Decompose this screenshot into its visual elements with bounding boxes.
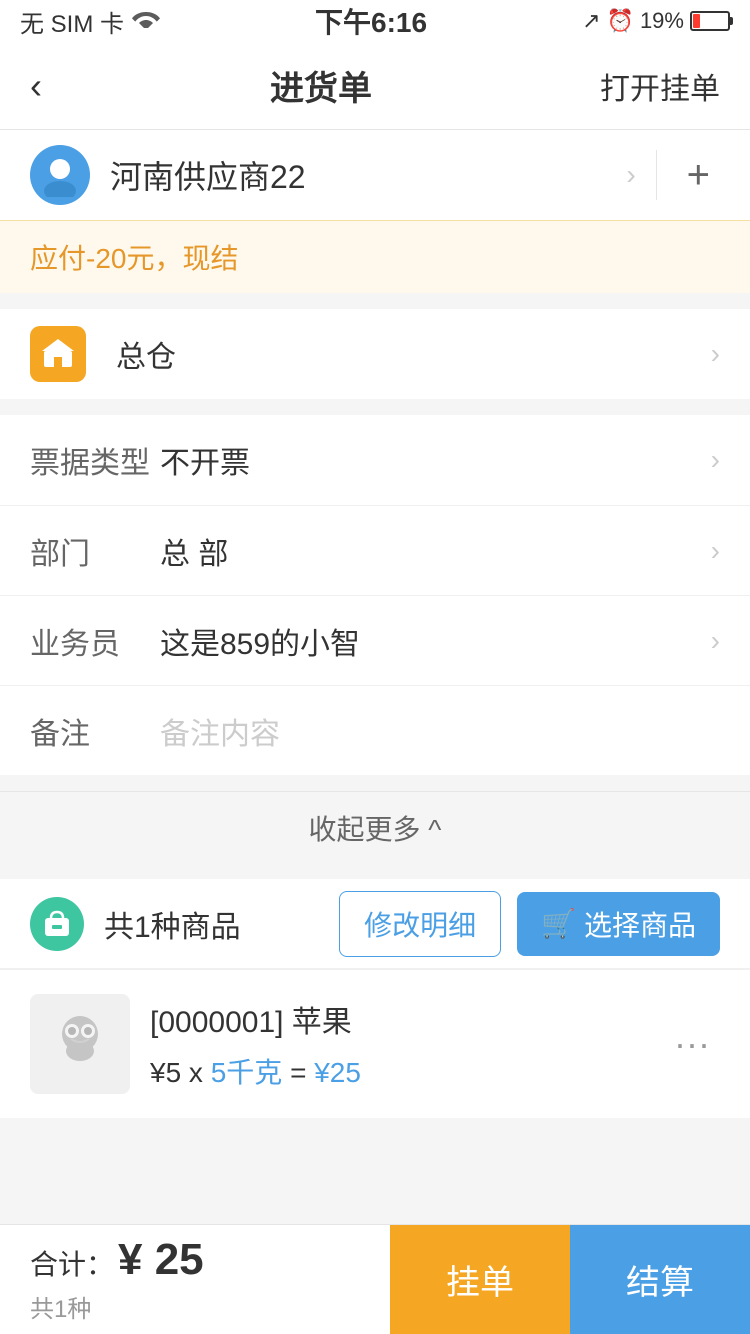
alarm-icon: ⏰ [607, 8, 634, 34]
price-eq: = [290, 1057, 314, 1088]
products-count: 共1种商品 [104, 902, 339, 946]
open-hang-button[interactable]: 打开挂单 [600, 64, 720, 108]
warehouse-icon [30, 326, 86, 382]
price-quantity: 5千克 [211, 1057, 283, 1088]
products-icon [30, 897, 84, 951]
chevron-right-icon: › [711, 535, 720, 567]
department-value: 总 部 [160, 529, 701, 573]
edit-details-button[interactable]: 修改明细 [339, 891, 501, 957]
total-amount: ¥ 25 [118, 1235, 204, 1285]
more-options-button[interactable]: ··· [664, 1013, 720, 1075]
main-content: 河南供应商22 › + 应付-20元，现结 总仓 › 票据类型 不开票 [0, 130, 750, 1254]
department-label: 部门 [30, 529, 150, 573]
signal-text: 无 SIM 卡 [20, 4, 124, 39]
select-icon: 🛒 [541, 907, 576, 940]
add-button[interactable]: + [677, 143, 720, 208]
products-header: 共1种商品 修改明细 🛒 选择商品 [0, 879, 750, 969]
price-total: ¥25 [314, 1057, 361, 1088]
chevron-right-icon: › [711, 338, 720, 370]
status-right: ↗ ⏰ 19% [582, 8, 730, 34]
chevron-right-icon: › [711, 444, 720, 476]
chevron-right-icon: › [626, 159, 635, 191]
department-row[interactable]: 部门 总 部 › [0, 505, 750, 595]
product-info: [0000001] 苹果 ¥5 x 5千克 = ¥25 [150, 997, 664, 1091]
back-button[interactable]: ‹ [30, 65, 42, 107]
product-code: [0000001] 苹果 [150, 1006, 352, 1039]
product-price: ¥5 x 5千克 = ¥25 [150, 1051, 664, 1091]
status-bar: 无 SIM 卡 下午6:16 ↗ ⏰ 19% [0, 0, 750, 42]
total-label: 合计： [30, 1243, 114, 1283]
salesperson-value: 这是859的小智 [160, 619, 701, 663]
supplier-name: 河南供应商22 [110, 152, 616, 198]
warehouse-section: 总仓 › [0, 309, 750, 399]
products-section: 共1种商品 修改明细 🛒 选择商品 [0, 879, 750, 1118]
collapse-label: 收起更多 ^ [309, 808, 442, 848]
divider [656, 150, 657, 200]
form-section: 票据类型 不开票 › 部门 总 部 › 业务员 这是859的小智 › 备注 备注… [0, 415, 750, 775]
product-thumbnail [30, 994, 130, 1094]
remark-label: 备注 [30, 709, 150, 753]
warning-banner: 应付-20元，现结 [0, 220, 750, 293]
invoice-label: 票据类型 [30, 438, 150, 482]
wifi-icon [132, 7, 160, 35]
invoice-value: 不开票 [160, 438, 701, 482]
battery-icon [690, 11, 730, 31]
warning-text: 应付-20元，现结 [30, 243, 238, 274]
warehouse-row[interactable]: 总仓 › [0, 309, 750, 399]
hang-button[interactable]: 挂单 [390, 1225, 570, 1334]
salesperson-row[interactable]: 业务员 这是859的小智 › [0, 595, 750, 685]
battery-percent: 19% [640, 8, 684, 34]
invoice-row[interactable]: 票据类型 不开票 › [0, 415, 750, 505]
product-item: [0000001] 苹果 ¥5 x 5千克 = ¥25 ··· [0, 969, 750, 1118]
salesperson-label: 业务员 [30, 619, 150, 663]
total-sub: 共1种 [30, 1289, 360, 1324]
footer-total: 合计： ¥ 25 共1种 [0, 1235, 390, 1324]
select-product-button[interactable]: 🛒 选择商品 [517, 892, 720, 956]
status-time: 下午6:16 [315, 1, 427, 41]
location-icon: ↗ [582, 8, 600, 34]
remark-placeholder: 备注内容 [160, 709, 720, 753]
select-label: 选择商品 [584, 904, 696, 944]
remark-row[interactable]: 备注 备注内容 [0, 685, 750, 775]
nav-bar: ‹ 进货单 打开挂单 [0, 42, 750, 130]
footer: 合计： ¥ 25 共1种 挂单 结算 [0, 1224, 750, 1334]
product-name: [0000001] 苹果 [150, 997, 664, 1041]
chevron-right-icon: › [711, 625, 720, 657]
checkout-button[interactable]: 结算 [570, 1225, 750, 1334]
page-title: 进货单 [270, 61, 372, 110]
supplier-avatar [30, 145, 90, 205]
collapse-button[interactable]: 收起更多 ^ [0, 791, 750, 863]
price-base: ¥5 x [150, 1057, 211, 1088]
status-left: 无 SIM 卡 [20, 4, 160, 39]
warehouse-name: 总仓 [116, 332, 701, 376]
supplier-row[interactable]: 河南供应商22 › + [0, 130, 750, 220]
supplier-section: 河南供应商22 › + 应付-20元，现结 [0, 130, 750, 293]
